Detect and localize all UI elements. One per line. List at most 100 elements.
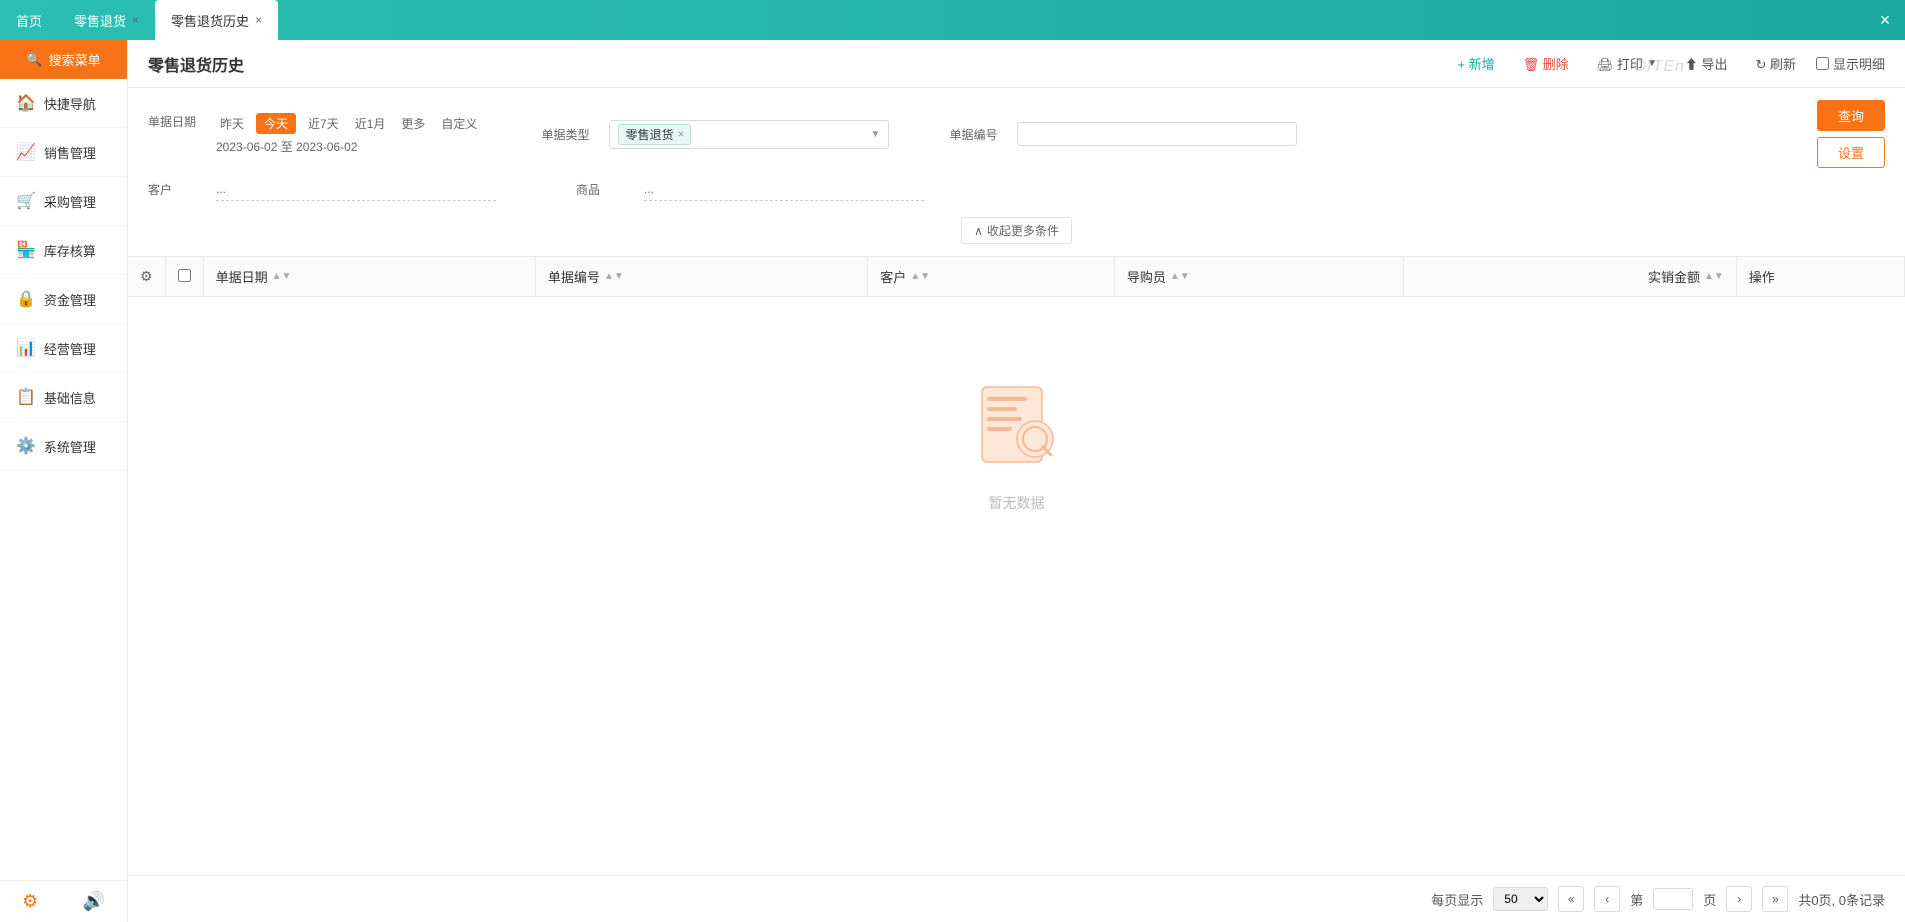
tab-retail-return-history[interactable]: 零售退货历史 ×: [155, 0, 278, 40]
col-voucher-no-header[interactable]: 单据编号 ▲▼: [535, 257, 867, 297]
col-customer-sort[interactable]: 客户 ▲▼: [880, 267, 1102, 286]
window-close-button[interactable]: ×: [1865, 0, 1905, 40]
export-button[interactable]: ⬆ 导出: [1677, 50, 1736, 77]
delete-button[interactable]: 🗑 删除: [1515, 50, 1577, 77]
content-area: 零售退货历史 + 新增 🗑 删除 🖨 打印 ▼ ⬆ 导出 ↻ 刷新: [128, 40, 1905, 922]
col-amount-header[interactable]: 实销金额 ▲▼: [1404, 257, 1736, 297]
sidebar-item-finance-label: 资金管理: [44, 290, 96, 309]
tab-retail-return-history-close[interactable]: ×: [255, 13, 262, 27]
basic-info-icon: 📋: [16, 387, 36, 407]
system-icon: ⚙️: [16, 436, 36, 456]
set-button[interactable]: 设置: [1817, 137, 1885, 168]
goods-label: 商品: [576, 181, 636, 198]
date-opt-yesterday[interactable]: 昨天: [216, 113, 248, 134]
collapse-button[interactable]: ∧ 收起更多条件: [961, 217, 1072, 244]
col-customer-header[interactable]: 客户 ▲▼: [868, 257, 1115, 297]
tab-home-label: 首页: [16, 11, 42, 30]
date-opt-more[interactable]: 更多: [397, 113, 429, 134]
display-detail-toggle[interactable]: 显示明细: [1816, 54, 1885, 73]
tab-home[interactable]: 首页: [0, 0, 58, 40]
column-settings-icon[interactable]: ⚙: [140, 268, 153, 284]
col-salesperson-sort[interactable]: 导购员 ▲▼: [1127, 267, 1392, 286]
sidebar-search[interactable]: 🔍 搜索菜单: [0, 40, 127, 79]
tab-retail-return-close[interactable]: ×: [132, 13, 139, 27]
select-all-checkbox[interactable]: [178, 269, 191, 282]
last-page-button[interactable]: »: [1762, 886, 1788, 912]
col-date-sort[interactable]: 单据日期 ▲▼: [216, 267, 523, 286]
finance-icon: 🔒: [16, 289, 36, 309]
toolbar: + 新增 🗑 删除 🖨 打印 ▼ ⬆ 导出 ↻ 刷新 显示明细: [1449, 50, 1885, 77]
empty-state-icon: [967, 377, 1067, 477]
collapse-icon: ∧: [974, 224, 983, 238]
col-salesperson-header[interactable]: 导购员 ▲▼: [1114, 257, 1404, 297]
page-header: 零售退货历史 + 新增 🗑 删除 🖨 打印 ▼ ⬆ 导出 ↻ 刷新: [128, 40, 1905, 88]
voucher-type-dropdown-icon: ▼: [871, 129, 881, 140]
filter-row-1: 单据日期 昨天 今天 近7天 近1月 更多 自定义 2023-06-02 至 2…: [148, 100, 1885, 168]
col-date-header[interactable]: 单据日期 ▲▼: [203, 257, 535, 297]
export-button-label: ⬆ 导出: [1685, 54, 1728, 73]
col-checkbox-header[interactable]: [165, 257, 203, 297]
prev-page-button[interactable]: ‹: [1594, 886, 1620, 912]
sidebar-item-system-label: 系统管理: [44, 437, 96, 456]
sidebar-item-basic-info[interactable]: 📋 基础信息: [0, 373, 127, 422]
col-date-label: 单据日期: [216, 267, 268, 286]
goods-input[interactable]: [644, 178, 924, 201]
page-word: 第: [1630, 890, 1643, 909]
voucher-type-select[interactable]: 零售退货 × ▼: [609, 120, 889, 149]
top-bar: 首页 零售退货 × 零售退货历史 × ×: [0, 0, 1905, 40]
date-opt-7days[interactable]: 近7天: [304, 113, 343, 134]
customer-label: 客户: [148, 181, 208, 198]
sidebar-item-system[interactable]: ⚙️ 系统管理: [0, 422, 127, 471]
page-size-select[interactable]: 20 50 100: [1493, 887, 1548, 911]
current-page-input[interactable]: 1: [1653, 888, 1693, 910]
settings-gear-icon[interactable]: ⚙: [22, 891, 38, 912]
filter-row-2: 客户 商品: [148, 178, 1885, 201]
sidebar-item-inventory[interactable]: 🏪 库存核算: [0, 226, 127, 275]
sort-arrows-customer: ▲▼: [910, 272, 930, 282]
col-amount-label: 实销金额: [1648, 267, 1700, 286]
voucher-type-tag-text: 零售退货: [625, 126, 673, 143]
col-amount-sort[interactable]: 实销金额 ▲▼: [1416, 267, 1723, 286]
date-opt-1month[interactable]: 近1月: [351, 113, 390, 134]
new-button[interactable]: + 新增: [1449, 50, 1502, 77]
voucher-type-tag-remove[interactable]: ×: [677, 127, 684, 141]
date-opt-today[interactable]: 今天: [256, 113, 296, 134]
next-page-button[interactable]: ›: [1726, 886, 1752, 912]
sidebar-item-quick-nav[interactable]: 🏠 快捷导航: [0, 79, 127, 128]
sidebar-item-operations[interactable]: 📊 经营管理: [0, 324, 127, 373]
sidebar-item-sales[interactable]: 📈 销售管理: [0, 128, 127, 177]
empty-state: 暂无数据: [128, 297, 1905, 593]
sidebar-item-finance[interactable]: 🔒 资金管理: [0, 275, 127, 324]
sort-arrows-voucher-no: ▲▼: [604, 272, 624, 282]
voucher-type-group: 单据类型 零售退货 × ▼: [541, 120, 889, 149]
col-customer-label: 客户: [880, 267, 906, 286]
refresh-button[interactable]: ↻ 刷新: [1747, 50, 1804, 77]
sort-arrows-amount: ▲▼: [1704, 272, 1724, 282]
table-header: ⚙ 单据日期 ▲▼ 单据编号: [128, 257, 1905, 297]
voucher-no-input[interactable]: [1017, 122, 1297, 146]
col-action-header: 操作: [1736, 257, 1904, 297]
collapse-wrapper: ∧ 收起更多条件: [148, 211, 1885, 244]
sort-arrows-date: ▲▼: [272, 272, 292, 282]
display-detail-checkbox[interactable]: [1816, 57, 1829, 70]
customer-input[interactable]: [216, 178, 496, 201]
tab-retail-return[interactable]: 零售退货 ×: [58, 0, 155, 40]
first-page-button[interactable]: «: [1558, 886, 1584, 912]
sidebar-bottom: ⚙ 🔊: [0, 880, 127, 922]
quick-nav-icon: 🏠: [16, 93, 36, 113]
tab-retail-return-label: 零售退货: [74, 11, 126, 30]
date-opt-custom[interactable]: 自定义: [437, 113, 481, 134]
date-options-group: 昨天 今天 近7天 近1月 更多 自定义 2023-06-02 至 2023-0…: [216, 113, 481, 155]
query-button[interactable]: 查询: [1817, 100, 1885, 131]
sidebar-item-sales-label: 销售管理: [44, 143, 96, 162]
sidebar-item-purchase[interactable]: 🛒 采购管理: [0, 177, 127, 226]
inventory-icon: 🏪: [16, 240, 36, 260]
sound-icon[interactable]: 🔊: [82, 891, 104, 912]
purchase-icon: 🛒: [16, 191, 36, 211]
main-layout: 🔍 搜索菜单 🏠 快捷导航 📈 销售管理 🛒 采购管理 🏪 库存核算 🔒: [0, 40, 1905, 922]
sidebar-item-inventory-label: 库存核算: [44, 241, 96, 260]
print-button[interactable]: 🖨 打印 ▼: [1589, 50, 1665, 77]
col-settings-header[interactable]: ⚙: [128, 257, 165, 297]
date-filter-label: 单据日期: [148, 113, 208, 130]
col-voucher-no-sort[interactable]: 单据编号 ▲▼: [548, 267, 855, 286]
